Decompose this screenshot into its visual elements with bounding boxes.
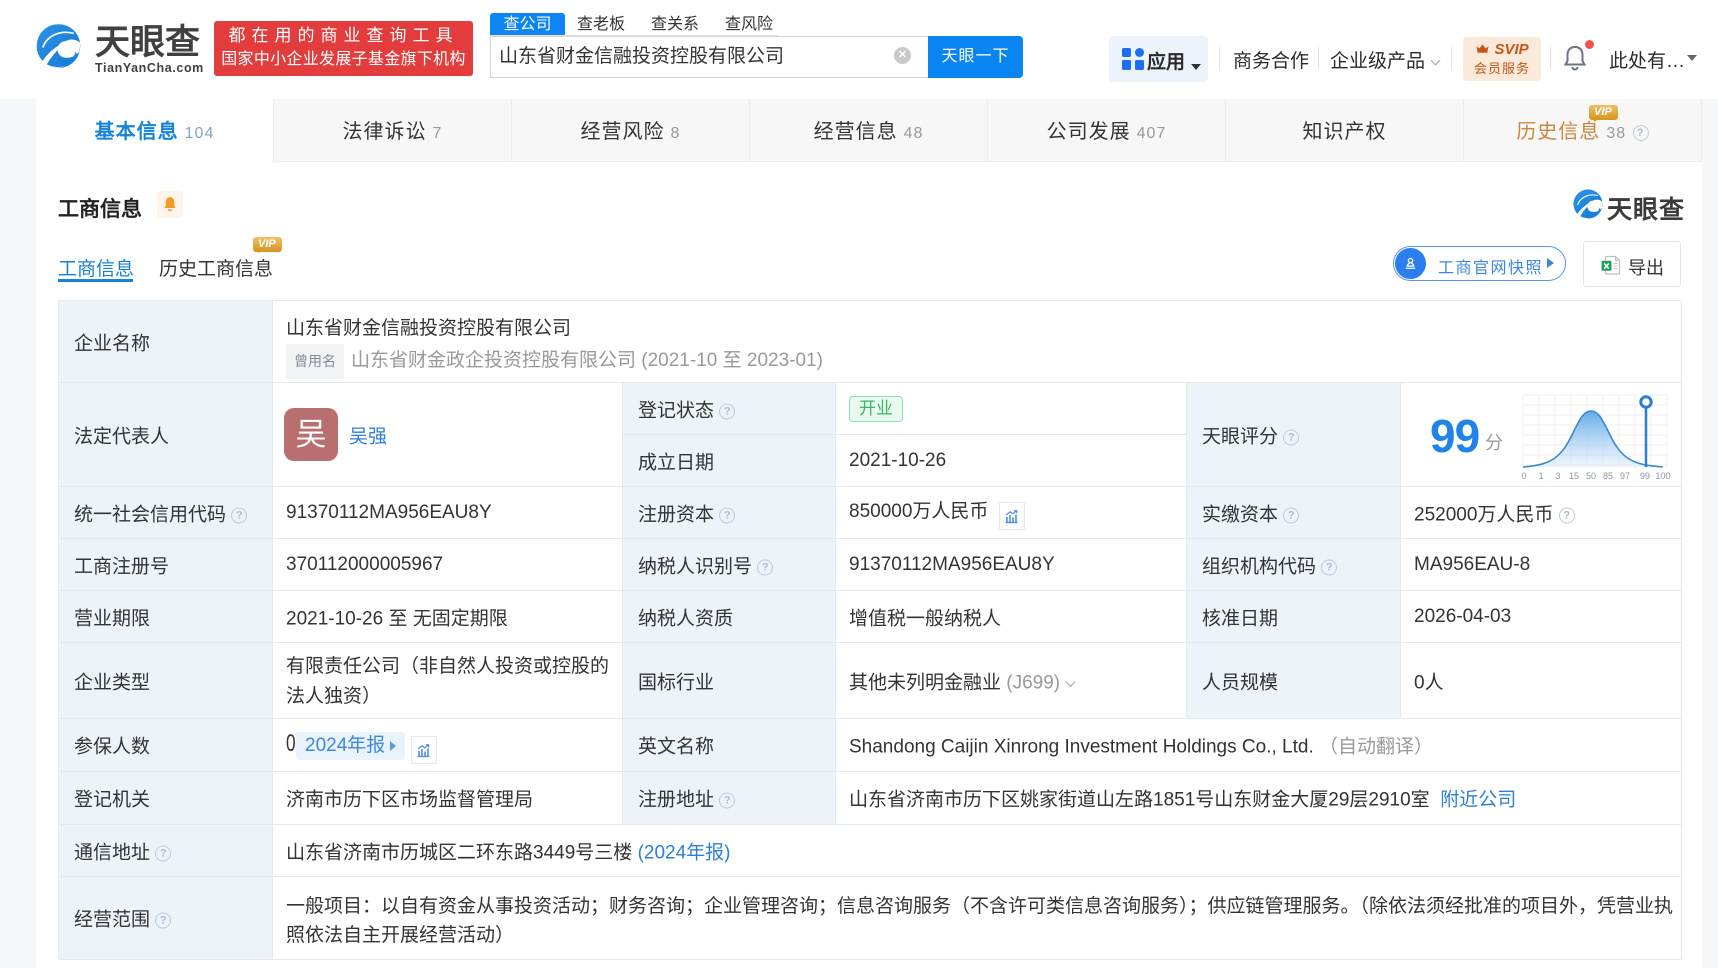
svg-text:99: 99 xyxy=(1640,471,1650,481)
svg-text:3: 3 xyxy=(1555,471,1560,481)
svg-text:97: 97 xyxy=(1620,471,1630,481)
svg-text:0: 0 xyxy=(1521,471,1526,481)
svg-text:15: 15 xyxy=(1569,471,1579,481)
svg-text:100: 100 xyxy=(1655,471,1670,481)
svg-text:1: 1 xyxy=(1538,471,1543,481)
svg-text:50: 50 xyxy=(1586,471,1596,481)
svg-text:85: 85 xyxy=(1603,471,1613,481)
